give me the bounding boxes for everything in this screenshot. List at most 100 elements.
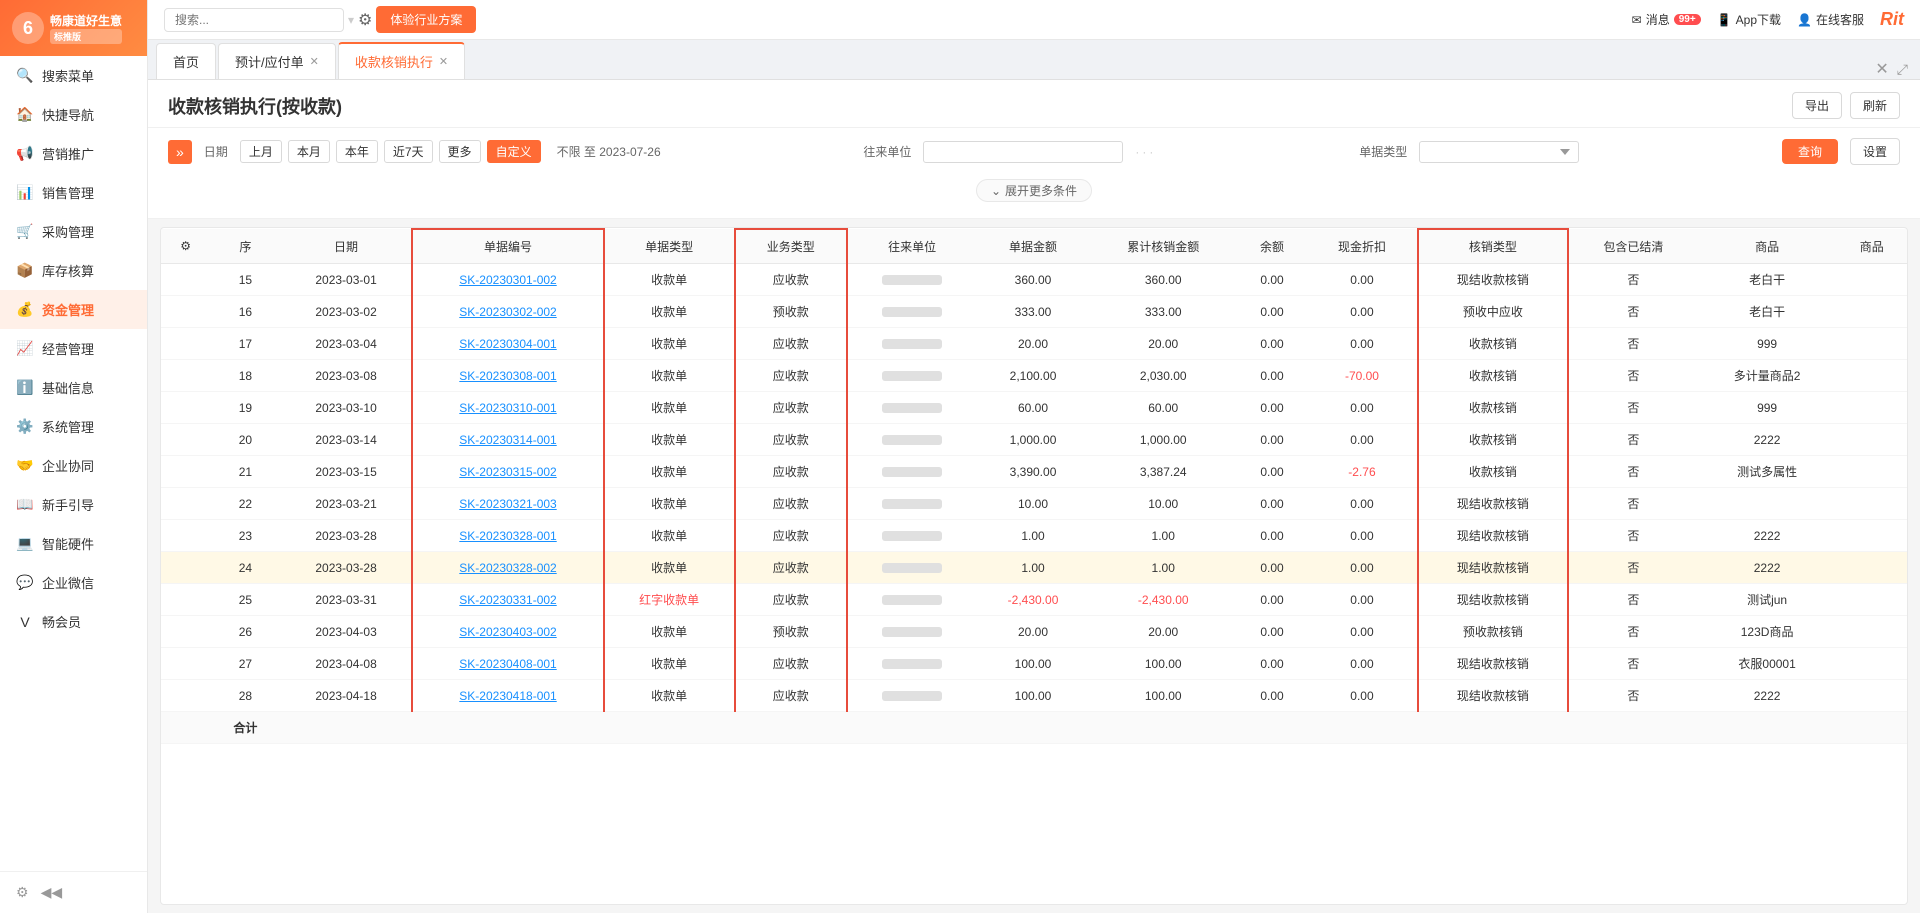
sidebar-item-wechat[interactable]: 💬企业微信 bbox=[0, 563, 147, 602]
cell-balance: 0.00 bbox=[1237, 392, 1307, 424]
cell-include_settled: 否 bbox=[1568, 584, 1698, 616]
cell-voucher_no[interactable]: SK-20230408-001 bbox=[412, 648, 603, 680]
tab-home[interactable]: 首页 bbox=[156, 43, 216, 79]
sidebar-item-sales[interactable]: 📊销售管理 bbox=[0, 173, 147, 212]
cell-goods2 bbox=[1836, 424, 1907, 456]
cell-date: 2023-04-08 bbox=[281, 648, 413, 680]
cell-voucher_no[interactable]: SK-20230301-002 bbox=[412, 264, 603, 296]
counterpart-input[interactable] bbox=[923, 141, 1123, 163]
cell-amount: -2,430.00 bbox=[976, 584, 1089, 616]
cell-amount: 3,390.00 bbox=[976, 456, 1089, 488]
cell-goods: 老白干 bbox=[1698, 264, 1837, 296]
cell-biz_type: 应收款 bbox=[735, 456, 847, 488]
cell-cash_discount: -70.00 bbox=[1307, 360, 1417, 392]
tab-collection[interactable]: 收款核销执行✕ bbox=[338, 42, 465, 79]
table-row: 172023-03-04SK-20230304-001收款单应收款20.0020… bbox=[161, 328, 1907, 360]
cell-voucher_no[interactable]: SK-20230418-001 bbox=[412, 680, 603, 712]
tab-prepayment[interactable]: 预计/应付单✕ bbox=[218, 43, 336, 79]
cell-amount: 20.00 bbox=[976, 328, 1089, 360]
cell-balance: 0.00 bbox=[1237, 584, 1307, 616]
tab-close-collection[interactable]: ✕ bbox=[439, 55, 448, 68]
query-btn[interactable]: 查询 bbox=[1782, 139, 1838, 164]
voucher-type-select[interactable] bbox=[1419, 141, 1579, 163]
sidebar-item-operation[interactable]: 📈经营管理 bbox=[0, 329, 147, 368]
footer-cell-2 bbox=[281, 712, 413, 744]
cell-balance: 0.00 bbox=[1237, 456, 1307, 488]
table-row: 242023-03-28SK-20230328-002收款单应收款1.001.0… bbox=[161, 552, 1907, 584]
topbar-left: ▾ ⚙ 体验行业方案 bbox=[164, 6, 1620, 33]
refresh-btn[interactable]: 刷新 bbox=[1850, 92, 1900, 119]
sidebar-item-hardware[interactable]: 💻智能硬件 bbox=[0, 524, 147, 563]
footer-cell-14 bbox=[1836, 712, 1907, 744]
cell-voucher_no[interactable]: SK-20230308-001 bbox=[412, 360, 603, 392]
cell-goods2 bbox=[1836, 456, 1907, 488]
expand-btn[interactable]: ⌄ 展开更多条件 bbox=[976, 179, 1092, 202]
cell-cumulative_cancel: 100.00 bbox=[1090, 648, 1237, 680]
cell-settings bbox=[161, 392, 210, 424]
app-download-item[interactable]: 📱 App下载 bbox=[1717, 11, 1781, 28]
sidebar-item-finance[interactable]: 💰资金管理 bbox=[0, 290, 147, 329]
cell-cumulative_cancel: -2,430.00 bbox=[1090, 584, 1237, 616]
cell-no: 16 bbox=[210, 296, 280, 328]
sidebar-item-guide[interactable]: 📖新手引导 bbox=[0, 485, 147, 524]
col-header-date: 日期 bbox=[281, 229, 413, 264]
cell-voucher_no[interactable]: SK-20230328-002 bbox=[412, 552, 603, 584]
date-btn-更多[interactable]: 更多 bbox=[439, 140, 481, 163]
sidebar-item-nav[interactable]: 🏠快捷导航 bbox=[0, 95, 147, 134]
sidebar-item-system[interactable]: ⚙️系统管理 bbox=[0, 407, 147, 446]
cell-voucher_type: 收款单 bbox=[604, 680, 735, 712]
cell-cumulative_cancel: 100.00 bbox=[1090, 680, 1237, 712]
search-input[interactable] bbox=[164, 8, 344, 32]
sidebar-item-basic[interactable]: ℹ️基础信息 bbox=[0, 368, 147, 407]
date-btn-custom[interactable]: 自定义 bbox=[487, 140, 541, 163]
window-expand-icon[interactable]: ⤢ bbox=[1897, 61, 1908, 78]
window-close-icon[interactable]: ✕ bbox=[1875, 59, 1888, 79]
service-icon: 👤 bbox=[1797, 13, 1812, 27]
cell-cash_discount: 0.00 bbox=[1307, 680, 1417, 712]
cell-date: 2023-03-15 bbox=[281, 456, 413, 488]
sidebar-item-purchase[interactable]: 🛒采购管理 bbox=[0, 212, 147, 251]
sidebar-label-enterprise: 企业协同 bbox=[42, 456, 94, 475]
cell-goods2 bbox=[1836, 392, 1907, 424]
export-btn[interactable]: 导出 bbox=[1792, 92, 1842, 119]
cell-voucher_no[interactable]: SK-20230310-001 bbox=[412, 392, 603, 424]
sidebar-label-system: 系统管理 bbox=[42, 417, 94, 436]
cell-counterpart bbox=[847, 328, 977, 360]
cell-biz_type: 预收款 bbox=[735, 296, 847, 328]
date-btn-本月[interactable]: 本月 bbox=[288, 140, 330, 163]
cell-cumulative_cancel: 333.00 bbox=[1090, 296, 1237, 328]
sidebar-label-wechat: 企业微信 bbox=[42, 573, 94, 592]
cell-date: 2023-03-21 bbox=[281, 488, 413, 520]
online-service-item[interactable]: 👤 在线客服 bbox=[1797, 11, 1864, 28]
message-item[interactable]: ✉ 消息 99+ bbox=[1632, 11, 1701, 28]
date-btn-本年[interactable]: 本年 bbox=[336, 140, 378, 163]
sidebar-item-inventory[interactable]: 📦库存核算 bbox=[0, 251, 147, 290]
cell-voucher_no[interactable]: SK-20230331-002 bbox=[412, 584, 603, 616]
cell-voucher_no[interactable]: SK-20230304-001 bbox=[412, 328, 603, 360]
cell-voucher_no[interactable]: SK-20230321-003 bbox=[412, 488, 603, 520]
sidebar-item-member[interactable]: V畅会员 bbox=[0, 602, 147, 641]
sidebar-item-marketing[interactable]: 📢营销推广 bbox=[0, 134, 147, 173]
cell-voucher_no[interactable]: SK-20230403-002 bbox=[412, 616, 603, 648]
footer-cell-7 bbox=[976, 712, 1089, 744]
cell-goods: 2222 bbox=[1698, 520, 1837, 552]
date-btn-近7天[interactable]: 近7天 bbox=[384, 140, 433, 163]
collapse-icon[interactable]: ◀◀ bbox=[41, 884, 63, 901]
solution-btn[interactable]: 体验行业方案 bbox=[376, 6, 476, 33]
cell-voucher_no[interactable]: SK-20230328-001 bbox=[412, 520, 603, 552]
cell-cumulative_cancel: 2,030.00 bbox=[1090, 360, 1237, 392]
sidebar-item-search[interactable]: 🔍搜索菜单 bbox=[0, 56, 147, 95]
cell-voucher_no[interactable]: SK-20230314-001 bbox=[412, 424, 603, 456]
cell-voucher_no[interactable]: SK-20230302-002 bbox=[412, 296, 603, 328]
date-btn-上月[interactable]: 上月 bbox=[240, 140, 282, 163]
gear-icon[interactable]: ⚙ bbox=[358, 10, 372, 30]
cell-counterpart bbox=[847, 392, 977, 424]
nav-icon: 🏠 bbox=[16, 106, 34, 124]
sidebar-item-enterprise[interactable]: 🤝企业协同 bbox=[0, 446, 147, 485]
cell-voucher_no[interactable]: SK-20230315-002 bbox=[412, 456, 603, 488]
filter-toggle-btn[interactable]: » bbox=[168, 140, 192, 164]
cell-amount: 1.00 bbox=[976, 552, 1089, 584]
tab-close-prepayment[interactable]: ✕ bbox=[310, 55, 319, 68]
settings-btn[interactable]: 设置 bbox=[1850, 138, 1900, 165]
settings-icon[interactable]: ⚙ bbox=[16, 884, 29, 901]
